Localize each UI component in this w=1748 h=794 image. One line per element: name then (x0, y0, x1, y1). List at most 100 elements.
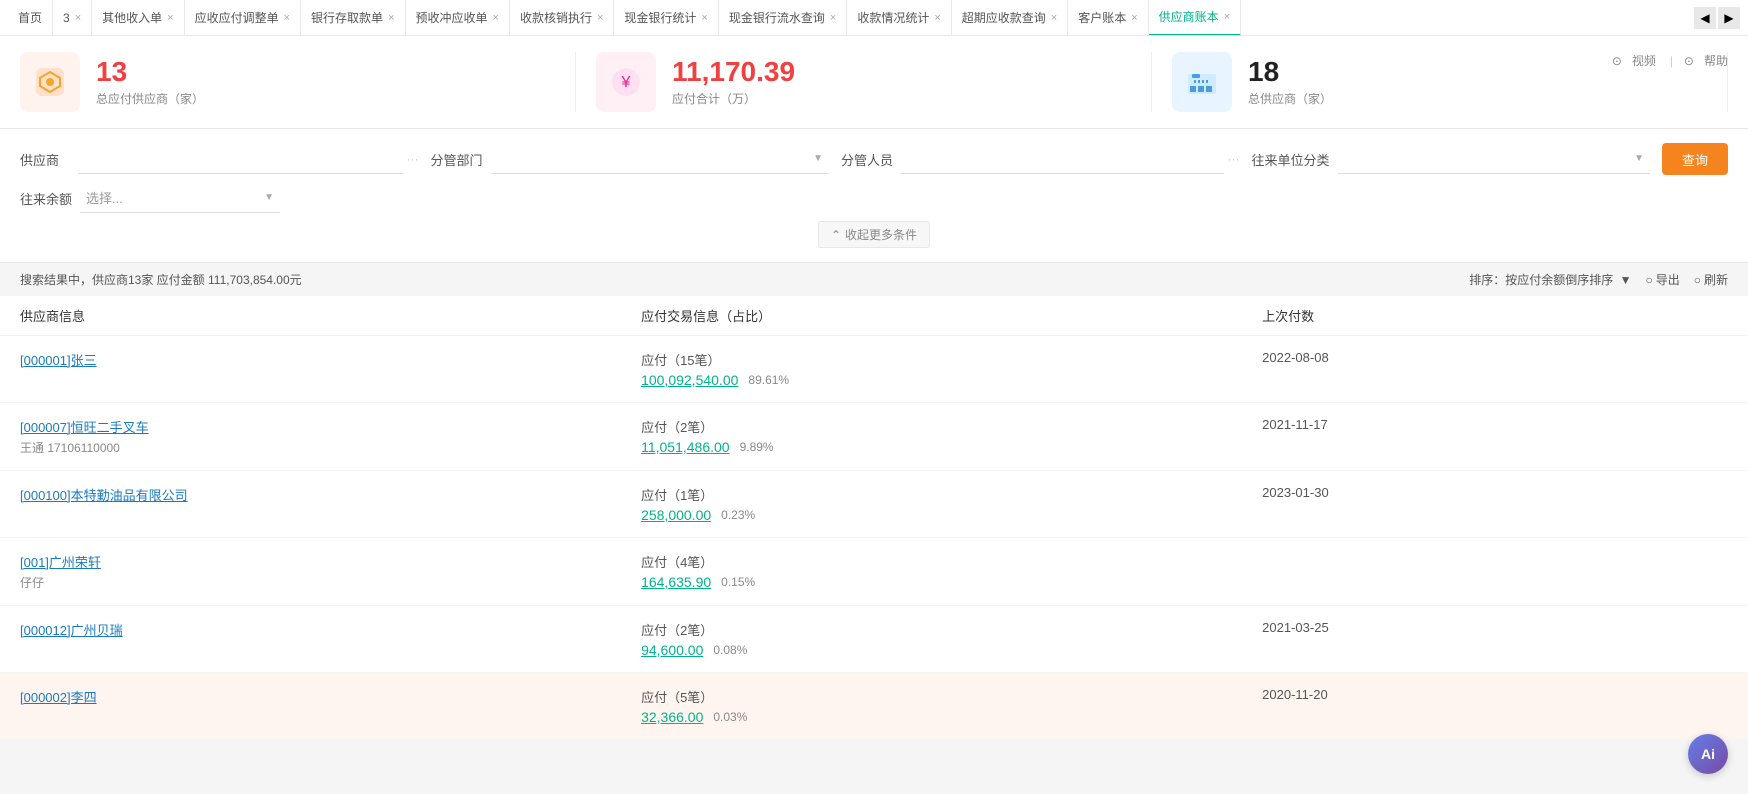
payable-count-4: 应付（4笔） (641, 552, 1262, 571)
payable-count-3: 应付（1笔） (641, 485, 1262, 504)
stat-icon-suppliers (20, 52, 80, 112)
payable-percent-4: 0.15% (721, 575, 755, 589)
supplier-link-4[interactable]: [001]广州荣轩 (20, 552, 641, 571)
filter-row-1: 供应商 ··· 分管部门 ▼ 分管人员 ··· 往来单位分类 ▼ 查询 (20, 143, 1728, 175)
close-icon[interactable]: × (1051, 12, 1057, 24)
category-select[interactable]: ▼ (1338, 144, 1650, 174)
stat-value-payable-total: 11,170.39 (672, 58, 795, 86)
balance-chevron-icon: ▼ (264, 192, 274, 203)
nav-tab-other-income[interactable]: 其他收入单 × (92, 0, 184, 36)
supplier-link-6[interactable]: [000002]李四 (20, 687, 641, 706)
close-icon[interactable]: × (388, 12, 394, 24)
nav-tab-collection-stat[interactable]: 收款情况统计 × (847, 0, 951, 36)
table-row: [000012]广州贝瑞 应付（2笔） 94,600.00 0.08% 2021… (0, 606, 1748, 673)
dept-select[interactable]: ▼ (491, 144, 829, 174)
header-actions: ⊙ 视频 | ⊙ 帮助 (1612, 52, 1728, 69)
close-icon[interactable]: × (934, 12, 940, 24)
supplier-link-3[interactable]: [000100]本特勤油品有限公司 (20, 485, 641, 504)
sort-label[interactable]: 排序：按应付余额倒序排序 ▼ (1469, 271, 1631, 288)
help-icon: ⊙ (1684, 54, 1694, 68)
balance-label: 往来余额 (20, 189, 72, 208)
ai-assistant-button[interactable]: Ai (1688, 734, 1728, 774)
supplier-link-5[interactable]: [000012]广州贝瑞 (20, 620, 641, 639)
nav-tab-overdue-query[interactable]: 超期应收款查询 × (952, 0, 1068, 36)
supplier-info-5: [000012]广州贝瑞 (20, 620, 641, 639)
nav-tab-ar-ap-adjust[interactable]: 应收应付调整单 × (185, 0, 301, 36)
stat-info-payable-total: 11,170.39 应付合计（万） (672, 58, 795, 107)
supplier-info-4: [001]广州荣轩 仔仔 (20, 552, 641, 591)
payable-amount-2[interactable]: 11,051,486.00 (641, 439, 730, 455)
results-actions: 排序：按应付余额倒序排序 ▼ ○ 导出 ○ 刷新 (1469, 271, 1728, 288)
nav-tab-home[interactable]: 首页 (8, 0, 53, 36)
payable-percent-2: 9.89% (740, 440, 774, 454)
sort-chevron-icon: ▼ (1620, 273, 1632, 287)
payable-amount-3[interactable]: 258,000.00 (641, 507, 711, 523)
supplier-input[interactable] (78, 144, 403, 174)
close-icon[interactable]: × (597, 12, 603, 24)
payable-amount-4[interactable]: 164,635.90 (641, 574, 711, 590)
payable-info-4: 应付（4笔） 164,635.90 0.15% (641, 552, 1262, 590)
stat-icon-total-suppliers (1172, 52, 1232, 112)
supplier-info-3: [000100]本特勤油品有限公司 (20, 485, 641, 504)
nav-tab-customer-ledger[interactable]: 客户账本 × (1068, 0, 1148, 36)
close-icon[interactable]: × (167, 12, 173, 24)
payable-count-1: 应付（15笔） (641, 350, 1262, 369)
filter-supplier: 供应商 ··· (20, 144, 419, 174)
close-icon[interactable]: × (1224, 11, 1230, 23)
close-icon[interactable]: × (75, 12, 81, 24)
filter-category: 往来单位分类 ▼ (1252, 144, 1651, 174)
results-bar: 搜索结果中，供应商13家 应付金额 111,703,854.00元 排序：按应付… (0, 263, 1748, 296)
nav-tab-prepay-offset[interactable]: 预收冲应收单 × (406, 0, 510, 36)
video-link[interactable]: 视频 (1632, 52, 1656, 69)
refresh-button[interactable]: ○ 刷新 (1694, 271, 1728, 288)
payable-count-5: 应付（2笔） (641, 620, 1262, 639)
nav-tab-3[interactable]: 3 × (53, 0, 92, 36)
payable-info-2: 应付（2笔） 11,051,486.00 9.89% (641, 417, 1262, 455)
person-input[interactable] (901, 144, 1223, 174)
person-dots-icon[interactable]: ··· (1228, 152, 1240, 166)
stat-icon-payable: ¥ (596, 52, 656, 112)
payable-amount-6[interactable]: 32,366.00 (641, 709, 703, 725)
close-icon[interactable]: × (493, 12, 499, 24)
close-icon[interactable]: × (284, 12, 290, 24)
nav-arrows: ◀ ▶ (1692, 7, 1740, 29)
close-icon[interactable]: × (701, 12, 707, 24)
payable-amount-1[interactable]: 100,092,540.00 (641, 372, 738, 388)
supplier-dots-icon[interactable]: ··· (407, 152, 419, 166)
nav-tab-bank-deposit[interactable]: 银行存取款单 × (301, 0, 405, 36)
nav-tab-collection-exec[interactable]: 收款核销执行 × (510, 0, 614, 36)
payable-percent-3: 0.23% (721, 508, 755, 522)
supplier-link-2[interactable]: [000007]恒旺二手叉车 (20, 417, 641, 436)
balance-select[interactable]: 选择... ▼ (80, 183, 280, 213)
table-header: 供应商信息 应付交易信息（占比） 上次付数 (0, 296, 1748, 336)
supplier-link-1[interactable]: [000001]张三 (20, 350, 641, 369)
close-icon[interactable]: × (830, 12, 836, 24)
video-icon: ⊙ (1612, 54, 1622, 68)
payable-count-2: 应付（2笔） (641, 417, 1262, 436)
table-row: [000001]张三 应付（15笔） 100,092,540.00 89.61%… (0, 336, 1748, 403)
stats-header: 13 总应付供应商（家） ¥ 11,170.39 应付合计（万） (0, 36, 1748, 129)
last-payment-1: 2022-08-08 (1262, 350, 1728, 365)
category-chevron-icon: ▼ (1634, 153, 1644, 164)
dept-label: 分管部门 (431, 150, 483, 169)
nav-tab-cash-bank-stat[interactable]: 现金银行统计 × (614, 0, 718, 36)
close-icon[interactable]: × (1131, 12, 1137, 24)
stat-value-total-suppliers: 18 (1248, 58, 1332, 86)
supplier-info-6: [000002]李四 (20, 687, 641, 706)
nav-prev-button[interactable]: ◀ (1694, 7, 1716, 29)
nav-tab-cash-flow-query[interactable]: 现金银行流水查询 × (719, 0, 847, 36)
nav-next-button[interactable]: ▶ (1718, 7, 1740, 29)
last-payment-5: 2021-03-25 (1262, 620, 1728, 635)
help-link[interactable]: 帮助 (1704, 52, 1728, 69)
payable-info-3: 应付（1笔） 258,000.00 0.23% (641, 485, 1262, 523)
search-button[interactable]: 查询 (1662, 143, 1728, 175)
stat-label-payable-total: 应付合计（万） (672, 90, 795, 107)
collapse-button[interactable]: ⌃ 收起更多条件 (818, 221, 930, 248)
filter-area: 供应商 ··· 分管部门 ▼ 分管人员 ··· 往来单位分类 ▼ 查询 往来 (0, 129, 1748, 263)
balance-select-text: 选择... (86, 188, 123, 207)
nav-tab-supplier-ledger[interactable]: 供应商账本 × (1149, 0, 1241, 36)
payable-percent-1: 89.61% (748, 373, 789, 387)
export-button[interactable]: ○ 导出 (1645, 271, 1679, 288)
last-payment-3: 2023-01-30 (1262, 485, 1728, 500)
payable-amount-5[interactable]: 94,600.00 (641, 642, 703, 658)
